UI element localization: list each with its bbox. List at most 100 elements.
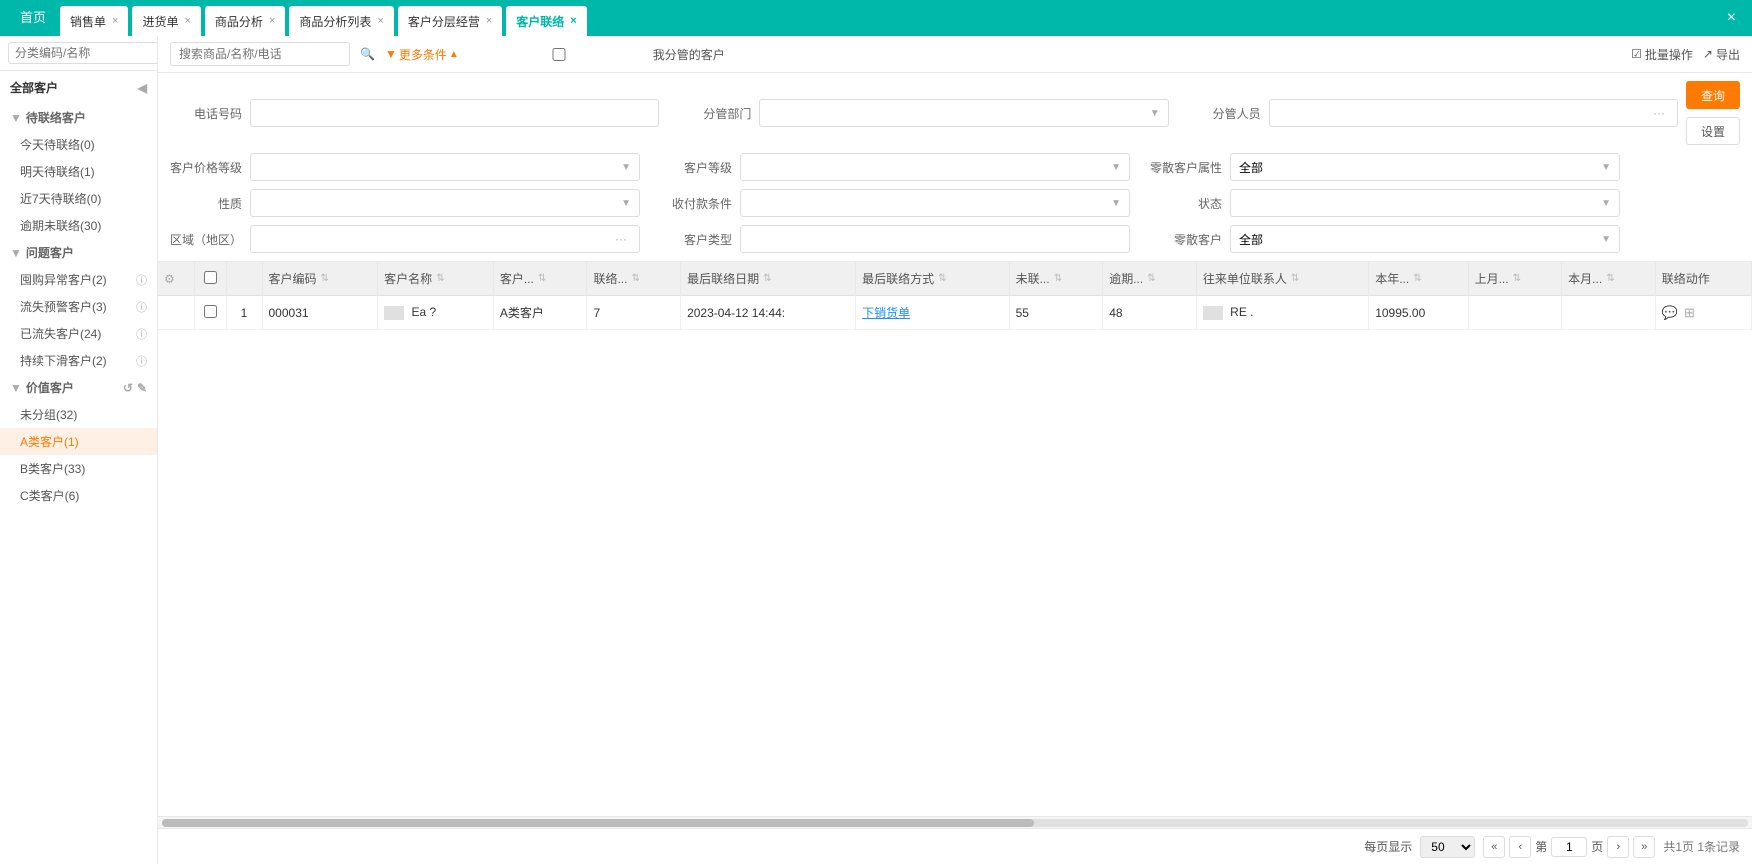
- sort-icon-unit: ⇅: [1291, 273, 1299, 284]
- arrow-problem: ▼: [10, 246, 22, 260]
- filter-input-customer-type[interactable]: [740, 225, 1130, 253]
- close-sales-tab[interactable]: ×: [112, 15, 118, 27]
- filter-select-region[interactable]: ···: [250, 225, 640, 253]
- filter-field-payment: 收付款条件 ▼: [660, 189, 1130, 217]
- sidebar-collapse-icon[interactable]: ◀: [138, 81, 147, 95]
- th-gear[interactable]: ⚙: [158, 262, 194, 296]
- refresh-icon-value[interactable]: ↺: [123, 381, 133, 395]
- th-current-month[interactable]: 本月... ⇅: [1562, 262, 1656, 296]
- sidebar-item-churned[interactable]: 已流失客户(24) ⓘ: [0, 320, 157, 347]
- sort-icon-date: ⇅: [763, 273, 771, 284]
- filter-field-customer-level: 客户等级 ▼: [660, 153, 1130, 181]
- filter-search-icon[interactable]: 🔍: [360, 47, 375, 61]
- filter-label-payment: 收付款条件: [660, 195, 740, 212]
- arrow-value: ▼: [10, 381, 22, 395]
- sidebar-item-class-c[interactable]: C类客户(6): [0, 482, 157, 509]
- more-conditions-arrow: ▲: [449, 49, 459, 60]
- th-last-month[interactable]: 上月... ⇅: [1468, 262, 1562, 296]
- close-customer-tier-tab[interactable]: ×: [486, 15, 492, 27]
- arrow-retail-customer: ▼: [1601, 234, 1611, 245]
- select-all-checkbox[interactable]: [204, 271, 217, 284]
- next-page-btn[interactable]: ›: [1607, 836, 1629, 858]
- sidebar-item-class-a[interactable]: A类客户(1): [0, 428, 157, 455]
- th-customer-type[interactable]: 客户... ⇅: [493, 262, 587, 296]
- top-nav: 首页 销售单 × 进货单 × 商品分析 × 商品分析列表 × 客户分层经营 × …: [0, 0, 1752, 36]
- th-customer-code[interactable]: 客户编码 ⇅: [262, 262, 378, 296]
- filter-select-retail-attr[interactable]: 全部 ▼: [1230, 153, 1620, 181]
- prev-page-btn[interactable]: ‹: [1509, 836, 1531, 858]
- close-customer-contact-tab[interactable]: ×: [570, 15, 576, 27]
- th-overdue[interactable]: 逾期... ⇅: [1103, 262, 1197, 296]
- filter-input-phone[interactable]: [250, 99, 659, 127]
- edit-icon-value[interactable]: ✎: [137, 381, 147, 395]
- last-contact-method-link[interactable]: 下销货单: [862, 306, 910, 320]
- export-btn[interactable]: ↗ 导出: [1703, 46, 1740, 63]
- td-checkbox: [194, 296, 226, 330]
- filter-row-4: 区域（地区） ··· 客户类型 零散客户 全部 ▼: [170, 225, 1740, 253]
- th-checkbox: [194, 262, 226, 296]
- checkbox-icon-batch: ☑: [1631, 47, 1642, 61]
- th-last-contact-date[interactable]: 最后联络日期 ⇅: [681, 262, 856, 296]
- query-button[interactable]: 查询: [1686, 81, 1740, 109]
- th-unit-contact[interactable]: 往来单位联系人 ⇅: [1196, 262, 1368, 296]
- filter-bar: 🔍 ▼ 更多条件 ▲ 我分管的客户 ☑ 批量操作 ↗ 导出: [158, 36, 1752, 73]
- page-input[interactable]: [1551, 837, 1587, 857]
- sidebar-item-overdue-pending[interactable]: 逾期未联络(30): [0, 212, 157, 239]
- sidebar-item-tomorrow-pending[interactable]: 明天待联络(1): [0, 158, 157, 185]
- last-page-btn[interactable]: »: [1633, 836, 1655, 858]
- batch-op-btn[interactable]: ☑ 批量操作: [1631, 46, 1693, 63]
- settings-button[interactable]: 设置: [1686, 117, 1740, 145]
- horizontal-scrollbar[interactable]: [162, 819, 1748, 827]
- nav-tab-product-analysis[interactable]: 商品分析 ×: [205, 6, 285, 36]
- sidebar-item-7days-pending[interactable]: 近7天待联络(0): [0, 185, 157, 212]
- filter-select-status[interactable]: ▼: [1230, 189, 1620, 217]
- per-page-select[interactable]: 50 100 200: [1420, 836, 1475, 858]
- sidebar-item-class-b[interactable]: B类客户(33): [0, 455, 157, 482]
- sidebar-search-input[interactable]: [8, 42, 158, 64]
- th-current-year[interactable]: 本年... ⇅: [1369, 262, 1468, 296]
- th-customer-name[interactable]: 客户名称 ⇅: [378, 262, 494, 296]
- nav-tab-purchase[interactable]: 进货单 ×: [132, 6, 200, 36]
- per-page-label: 每页显示: [1364, 838, 1412, 855]
- nav-tab-sales[interactable]: 销售单 ×: [60, 6, 128, 36]
- nav-tab-customer-contact[interactable]: 客户联络 ×: [506, 6, 586, 36]
- action-comment-icon[interactable]: 💬: [1662, 305, 1678, 321]
- action-qrcode-icon[interactable]: ⊞: [1684, 305, 1695, 321]
- sidebar-item-hoarding[interactable]: 囤购异常客户(2) ⓘ: [0, 266, 157, 293]
- sidebar-item-churn-warning[interactable]: 流失预警客户(3) ⓘ: [0, 293, 157, 320]
- close-product-analysis-tab[interactable]: ×: [269, 15, 275, 27]
- sort-icon-contact: ⇅: [631, 273, 639, 284]
- nav-tab-product-list[interactable]: 商品分析列表 ×: [289, 6, 393, 36]
- first-page-btn[interactable]: «: [1483, 836, 1505, 858]
- my-customers-checkbox[interactable]: 我分管的客户: [469, 46, 725, 63]
- filter-select-price-level[interactable]: ▼: [250, 153, 640, 181]
- gear-settings-icon[interactable]: ⚙: [164, 272, 175, 286]
- sidebar-item-declining[interactable]: 持续下滑客户(2) ⓘ: [0, 347, 157, 374]
- filter-select-retail-customer[interactable]: 全部 ▼: [1230, 225, 1620, 253]
- filter-select-nature[interactable]: ▼: [250, 189, 640, 217]
- td-actions: 💬 ⊞: [1655, 296, 1751, 330]
- filter-select-dept[interactable]: ▼: [759, 99, 1168, 127]
- td-current-year: 10995.00: [1369, 296, 1468, 330]
- sidebar-item-today-pending[interactable]: 今天待联络(0): [0, 131, 157, 158]
- row-checkbox[interactable]: [204, 305, 217, 318]
- filter-select-customer-level[interactable]: ▼: [740, 153, 1130, 181]
- th-last-contact-method[interactable]: 最后联络方式 ⇅: [856, 262, 1009, 296]
- sidebar-all-customers[interactable]: 全部客户 ◀: [0, 71, 157, 104]
- filter-select-person[interactable]: ···: [1269, 99, 1678, 127]
- th-contact-count[interactable]: 联络... ⇅: [587, 262, 681, 296]
- more-conditions-btn[interactable]: ▼ 更多条件 ▲: [385, 46, 459, 63]
- close-purchase-tab[interactable]: ×: [184, 15, 190, 27]
- close-product-list-tab[interactable]: ×: [377, 15, 383, 27]
- search-input[interactable]: [170, 42, 350, 66]
- filter-select-payment[interactable]: ▼: [740, 189, 1130, 217]
- filter-label-retail-attr: 零散客户属性: [1150, 159, 1230, 176]
- sort-icon-overdue: ⇅: [1147, 273, 1155, 284]
- scrollbar-thumb[interactable]: [162, 819, 1034, 827]
- nav-tab-customer-tier[interactable]: 客户分层经营 ×: [398, 6, 502, 36]
- nav-home[interactable]: 首页: [8, 0, 58, 36]
- th-no-contact-days[interactable]: 未联... ⇅: [1009, 262, 1103, 296]
- my-customers-check[interactable]: [469, 48, 649, 61]
- sidebar-item-unclassified[interactable]: 未分组(32): [0, 401, 157, 428]
- window-close-button[interactable]: ×: [1719, 9, 1744, 27]
